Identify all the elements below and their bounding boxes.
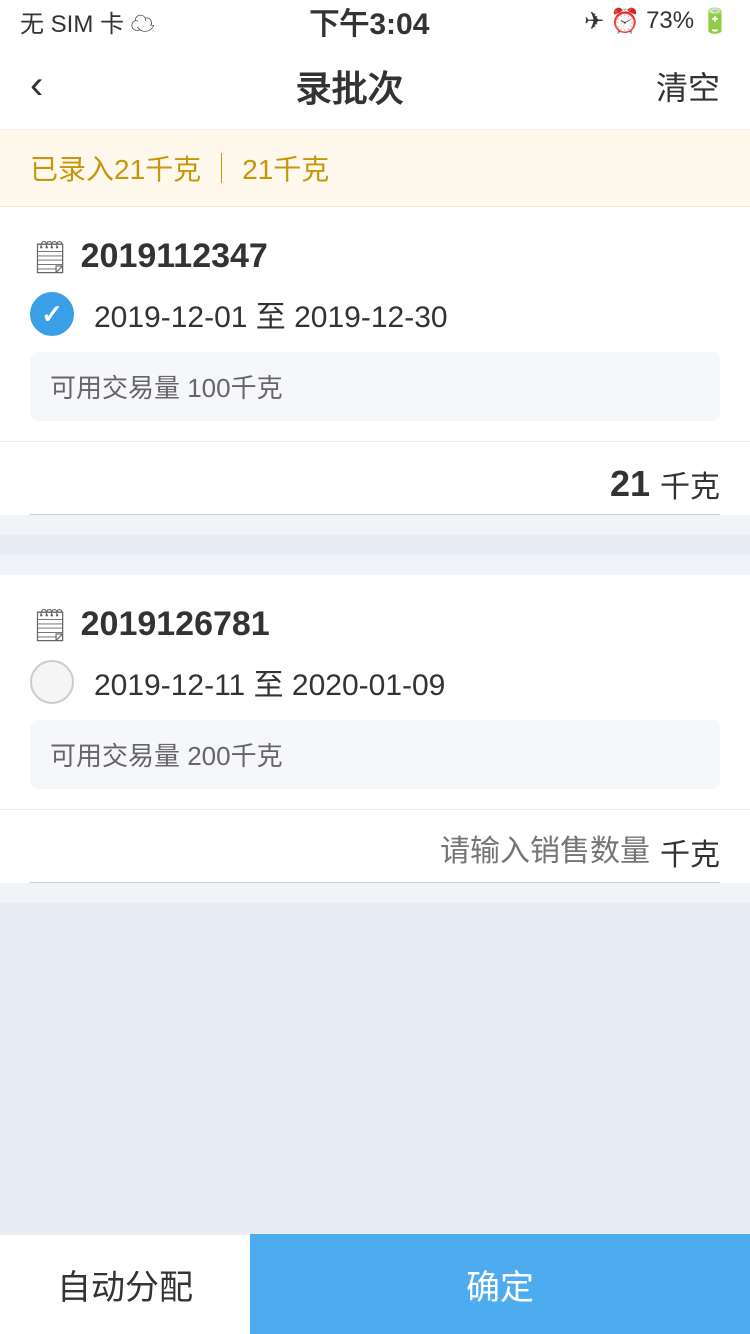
batch1-available: 可用交易量 100千克 xyxy=(30,352,720,421)
batch1-qty-row: 千克 xyxy=(0,441,750,506)
status-right: ✈ ⏰ 73% 🔋 xyxy=(584,7,730,36)
location-icon: ✈ xyxy=(584,7,604,36)
clear-button[interactable]: 清空 xyxy=(656,63,720,109)
batch2-date-row[interactable]: 2019-12-11 至 2020-01-09 xyxy=(30,660,720,704)
nav-bar: ‹ 录批次 清空 xyxy=(0,42,750,130)
batch1-number-row: 🗒 2019112347 xyxy=(30,237,720,276)
batch2-card: 🗒 2019126781 2019-12-11 至 2020-01-09 可用交… xyxy=(0,575,750,883)
battery-icon: 🔋 xyxy=(700,7,730,36)
batch2-qty-input[interactable] xyxy=(350,835,650,869)
sim-label: 无 SIM 卡 ☁ xyxy=(20,4,155,39)
batch1-qty-unit: 千克 xyxy=(660,462,720,506)
info-banner: 已录入21千克 21千克 xyxy=(0,130,750,207)
info-divider xyxy=(221,153,222,183)
status-left: 无 SIM 卡 ☁ xyxy=(20,4,155,39)
recorded-label: 已录入21千克 xyxy=(30,148,201,188)
auto-assign-button[interactable]: 自动分配 xyxy=(0,1234,250,1334)
total-label: 21千克 xyxy=(242,148,329,188)
batch2-qty-row: 千克 xyxy=(0,809,750,874)
separator1 xyxy=(0,535,750,555)
batch2-icon: 🗒 xyxy=(30,606,71,644)
batch2-qty-unit: 千克 xyxy=(660,830,720,874)
batch2-qty-underline xyxy=(30,882,720,883)
batch1-card: 🗒 2019112347 2019-12-01 至 2019-12-30 可用交… xyxy=(0,207,750,515)
batch1-radio[interactable] xyxy=(30,292,74,336)
bottom-bar: 自动分配 确定 xyxy=(0,1234,750,1334)
batch1-number: 2019112347 xyxy=(81,237,268,276)
battery-label: 73% xyxy=(646,7,694,35)
batch2-radio[interactable] xyxy=(30,660,74,704)
batch2-date: 2019-12-11 至 2020-01-09 xyxy=(94,660,445,704)
alarm-icon: ⏰ xyxy=(610,7,640,36)
batch2-available: 可用交易量 200千克 xyxy=(30,720,720,789)
back-button[interactable]: ‹ xyxy=(30,63,43,108)
batch1-qty-underline xyxy=(30,514,720,515)
status-time: 下午3:04 xyxy=(309,0,429,43)
batch1-icon: 🗒 xyxy=(30,238,71,276)
batch2-number-row: 🗒 2019126781 xyxy=(30,605,720,644)
page-title: 录批次 xyxy=(296,60,404,112)
batch1-date: 2019-12-01 至 2019-12-30 xyxy=(94,292,448,336)
status-bar: 无 SIM 卡 ☁ 下午3:04 ✈ ⏰ 73% 🔋 xyxy=(0,0,750,42)
batch2-number: 2019126781 xyxy=(81,605,270,644)
confirm-button[interactable]: 确定 xyxy=(250,1234,750,1334)
batch1-date-row[interactable]: 2019-12-01 至 2019-12-30 xyxy=(30,292,720,336)
batch1-qty-input[interactable] xyxy=(450,463,650,505)
